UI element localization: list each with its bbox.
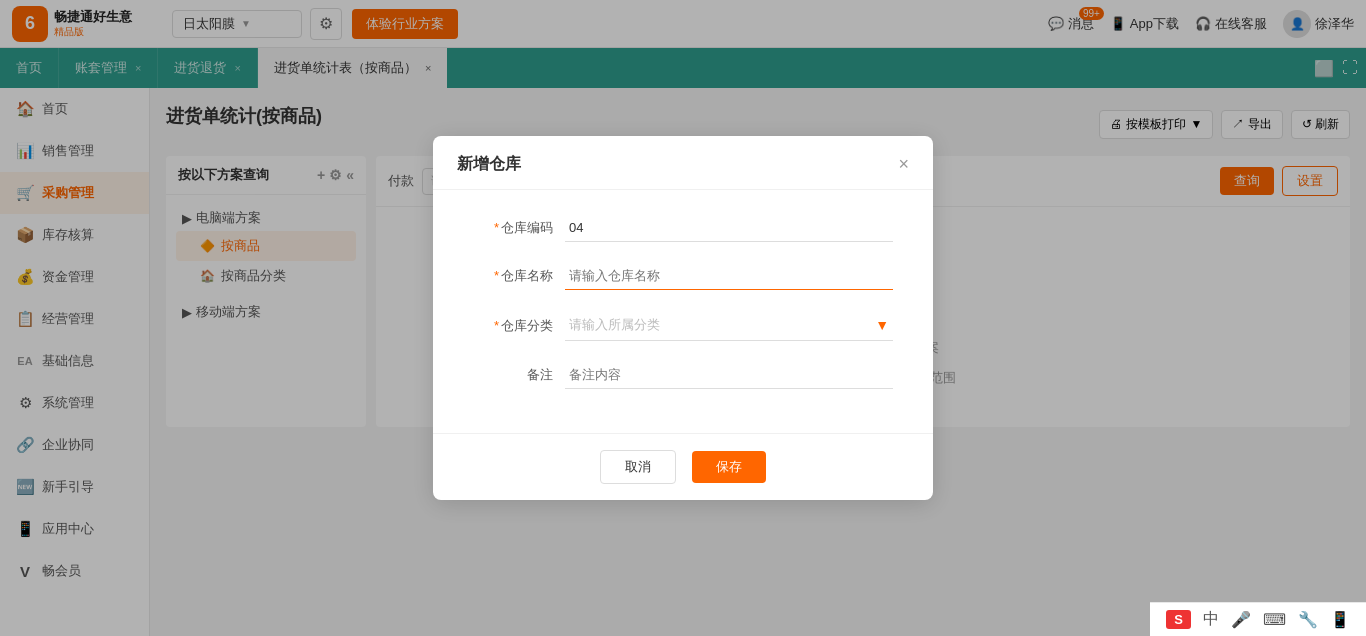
form-row-remark: 备注 [473, 361, 893, 389]
add-warehouse-modal: 新增仓库 × 仓库编码 仓库名称 仓库分类 请输入所属分类 ▼ [433, 136, 933, 500]
code-label: 仓库编码 [473, 219, 553, 237]
remark-label: 备注 [473, 366, 553, 384]
mic-icon[interactable]: 🎤 [1231, 610, 1251, 629]
modal-title: 新增仓库 [457, 154, 521, 175]
form-row-name: 仓库名称 [473, 262, 893, 290]
statusbar: S 中 🎤 ⌨ 🔧 📱 [1150, 602, 1366, 636]
category-placeholder: 请输入所属分类 [569, 316, 875, 334]
keyboard-icon[interactable]: ⌨ [1263, 610, 1286, 629]
form-row-code: 仓库编码 [473, 214, 893, 242]
category-label: 仓库分类 [473, 317, 553, 335]
remark-input[interactable] [565, 361, 893, 389]
modal-body: 仓库编码 仓库名称 仓库分类 请输入所属分类 ▼ 备注 [433, 190, 933, 433]
modal-close-button[interactable]: × [898, 154, 909, 175]
cancel-button[interactable]: 取消 [600, 450, 676, 484]
name-label: 仓库名称 [473, 267, 553, 285]
form-row-category: 仓库分类 请输入所属分类 ▼ [473, 310, 893, 341]
modal-footer: 取消 保存 [433, 433, 933, 500]
s-logo[interactable]: S [1166, 610, 1191, 629]
code-input[interactable] [565, 214, 893, 242]
modal-overlay[interactable]: 新增仓库 × 仓库编码 仓库名称 仓库分类 请输入所属分类 ▼ [0, 0, 1366, 636]
name-input[interactable] [565, 262, 893, 290]
save-button[interactable]: 保存 [692, 451, 766, 483]
category-dropdown-icon: ▼ [875, 317, 889, 333]
mobile-icon[interactable]: 📱 [1330, 610, 1350, 629]
tools-icon[interactable]: 🔧 [1298, 610, 1318, 629]
category-select[interactable]: 请输入所属分类 ▼ [565, 310, 893, 341]
modal-header: 新增仓库 × [433, 136, 933, 190]
language-icon[interactable]: 中 [1203, 609, 1219, 630]
